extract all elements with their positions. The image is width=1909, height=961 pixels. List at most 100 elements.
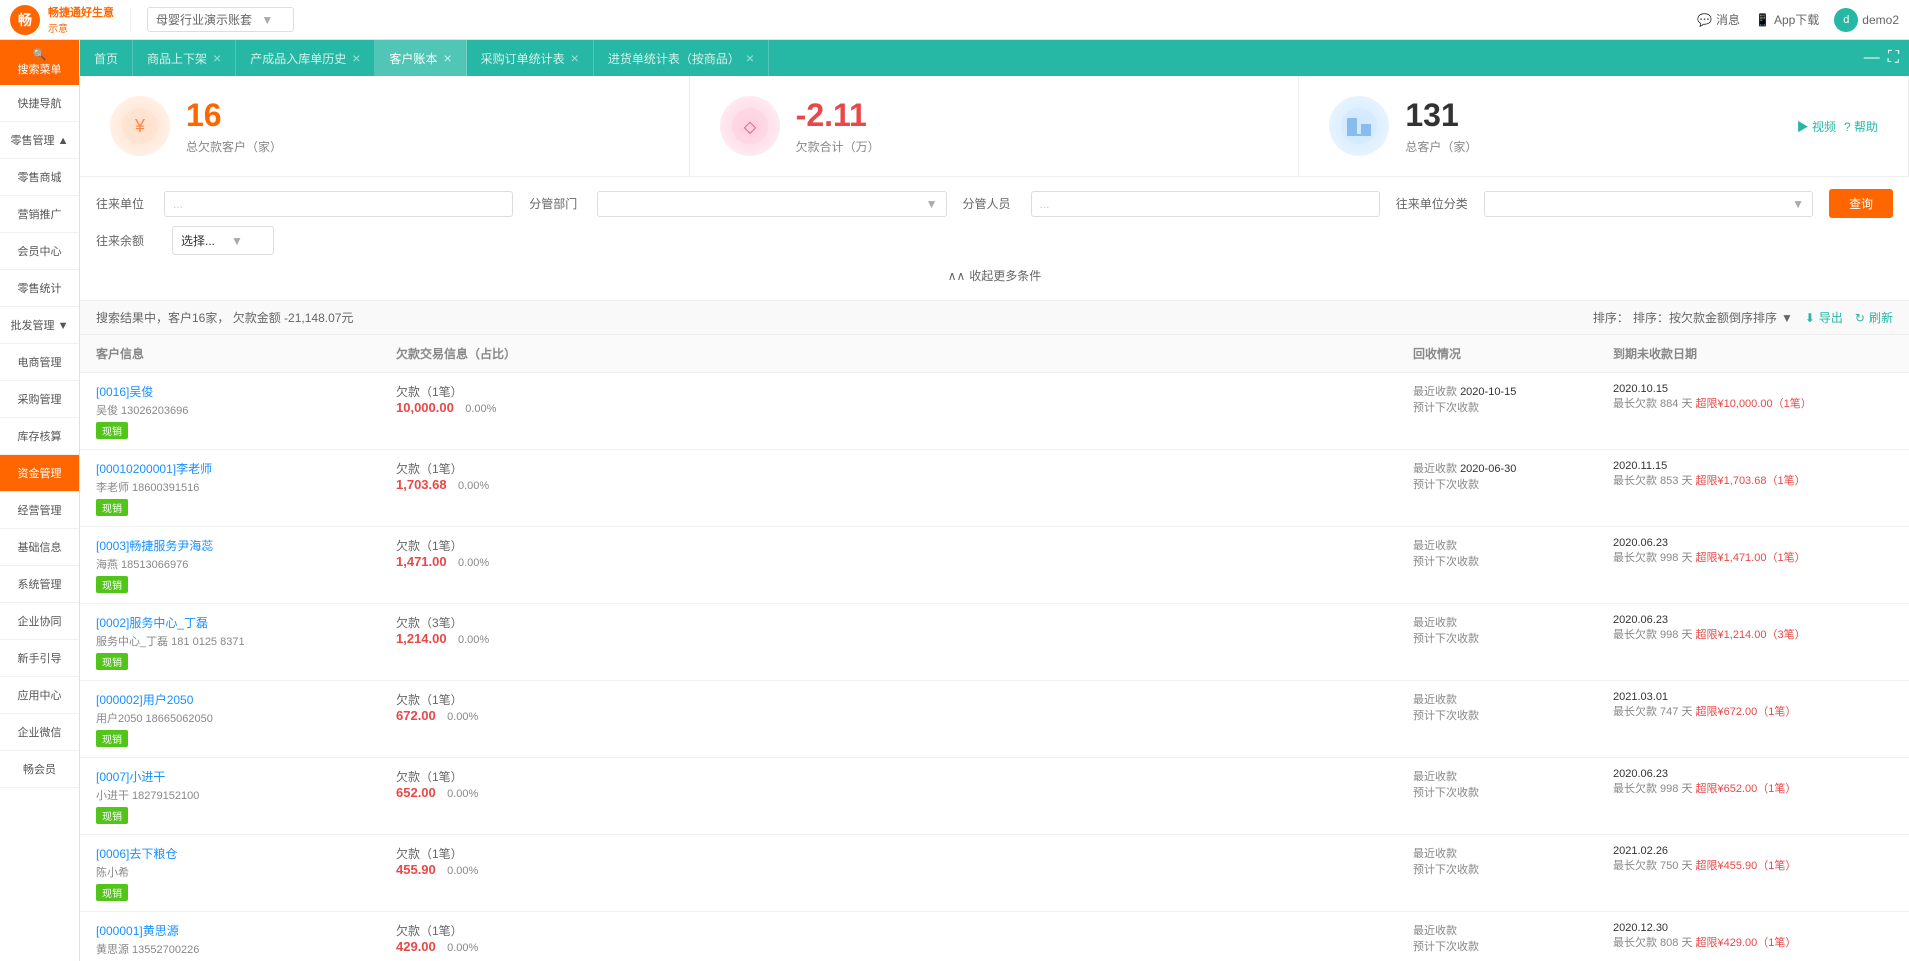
customer-info-4: [000002]用户2050 用户2050 18665062050 现销 xyxy=(96,691,396,747)
stats-row: ¥ 16 总欠款客户（家） ◇ xyxy=(80,76,1909,177)
export-button[interactable]: ⬇ 导出 xyxy=(1805,309,1843,326)
debt-info-4: 欠款（1笔） 672.00 0.00% xyxy=(396,691,1413,747)
main-area: 首页 商品上下架 × 产成品入库单历史 × 客户账本 × 采购订单统计表 × 进… xyxy=(80,40,1909,961)
debt-info-6: 欠款（1笔） 455.90 0.00% xyxy=(396,845,1413,901)
customer-badge-6: 现销 xyxy=(96,884,128,901)
sidebar-item-operation[interactable]: 经营管理 xyxy=(0,492,79,529)
unit-category-select[interactable]: ▼ xyxy=(1484,191,1813,217)
stat-icon-total xyxy=(1329,96,1389,156)
sidebar-item-new-guide[interactable]: 新手引导 xyxy=(0,640,79,677)
sidebar-item-batch-manage[interactable]: 批发管理 ▼ xyxy=(0,307,79,344)
customer-name-3[interactable]: [0002]服务中心_丁磊 xyxy=(96,614,396,631)
user-avatar[interactable]: d demo2 xyxy=(1834,8,1899,32)
sidebar-item-vip[interactable]: 畅会员 xyxy=(0,751,79,788)
debt-amount-6: 455.90 xyxy=(396,862,436,877)
sidebar-item-retail-stats[interactable]: 零售统计 xyxy=(0,270,79,307)
export-icon: ⬇ xyxy=(1805,311,1815,325)
table-row: [0006]去下粮仓 陈小希 现销 欠款（1笔） 455.90 0.00% 最近… xyxy=(80,835,1909,912)
stat-value-debt: -2.11 xyxy=(796,97,880,134)
tab-home[interactable]: 首页 xyxy=(80,40,133,76)
customer-name-0[interactable]: [0016]吴俊 xyxy=(96,383,396,400)
sidebar-item-quick-nav[interactable]: 快捷导航 xyxy=(0,85,79,122)
person-input[interactable]: ... xyxy=(1031,191,1380,217)
sidebar-item-ecommerce[interactable]: 电商管理 xyxy=(0,344,79,381)
search-button[interactable]: 查询 xyxy=(1829,189,1893,218)
tab-product-manage[interactable]: 商品上下架 × xyxy=(133,40,236,76)
tab-purchase-order[interactable]: 采购订单统计表 × xyxy=(467,40,594,76)
customer-name-6[interactable]: [0006]去下粮仓 xyxy=(96,845,396,862)
customer-info-7: [000001]黄思源 黄思源 13552700226 现销 xyxy=(96,922,396,961)
sidebar-item-purchase[interactable]: 采购管理 xyxy=(0,381,79,418)
collapse-button[interactable]: ∧∧ 收起更多条件 xyxy=(96,263,1893,288)
company-selector[interactable]: 母婴行业演示账套 ▼ xyxy=(147,7,294,32)
stat-card-owing: ¥ 16 总欠款客户（家） xyxy=(80,76,690,176)
tab-purchase-stats[interactable]: 进货单统计表（按商品） × xyxy=(594,40,769,76)
sidebar-item-app-center[interactable]: 应用中心 xyxy=(0,677,79,714)
filter-unit-category: 往来单位分类 ▼ xyxy=(1396,191,1813,217)
sidebar-item-basic-info[interactable]: 基础信息 xyxy=(0,529,79,566)
sidebar-item-retail-manage[interactable]: 零售管理 ▲ xyxy=(0,122,79,159)
search-menu[interactable]: 🔍 搜索菜单 xyxy=(0,40,79,85)
help-btn[interactable]: ? 帮助 xyxy=(1844,118,1878,135)
svg-text:◇: ◇ xyxy=(744,119,757,136)
overdue-info-5: 2020.06.23 最长欠款 998 天 超限¥652.00（1笔） xyxy=(1613,768,1893,824)
message-btn[interactable]: 💬 消息 xyxy=(1697,11,1740,28)
dept-select[interactable]: ▼ xyxy=(597,191,946,217)
tab-customer-account[interactable]: 客户账本 × xyxy=(375,40,466,76)
debt-info-3: 欠款（3笔） 1,214.00 0.00% xyxy=(396,614,1413,670)
refresh-button[interactable]: ↻ 刷新 xyxy=(1855,309,1893,326)
tab-maximize-btn[interactable]: ⛶ xyxy=(1888,49,1899,67)
balance-select[interactable]: 选择... ▼ xyxy=(172,226,274,255)
table-header: 客户信息 欠款交易信息（占比） 回收情况 到期未收款日期 xyxy=(80,335,1909,373)
refresh-icon: ↻ xyxy=(1855,311,1865,325)
sort-button[interactable]: 排序： 排序：按欠款金额倒序排序 ▼ xyxy=(1593,309,1793,326)
source-unit-input[interactable]: ... xyxy=(164,191,513,217)
customer-detail-2: 海燕 18513066976 xyxy=(96,556,396,572)
tab-close-purchase-stats[interactable]: × xyxy=(746,50,754,66)
sidebar-item-enterprise-wechat[interactable]: 企业微信 xyxy=(0,714,79,751)
tab-minimize-btn[interactable]: — xyxy=(1864,49,1880,67)
debt-info-0: 欠款（1笔） 10,000.00 0.00% xyxy=(396,383,1413,439)
debt-amount-2: 1,471.00 xyxy=(396,554,447,569)
filter-dept: 分管部门 ▼ xyxy=(529,191,946,217)
tab-close-product-manage[interactable]: × xyxy=(213,50,221,66)
tab-close-product-history[interactable]: × xyxy=(352,50,360,66)
customer-badge-0: 现销 xyxy=(96,422,128,439)
sidebar-item-member[interactable]: 会员中心 xyxy=(0,233,79,270)
sort-chevron: ▼ xyxy=(1781,311,1793,325)
sidebar-item-inventory[interactable]: 库存核算 xyxy=(0,418,79,455)
tab-close-purchase-order[interactable]: × xyxy=(571,50,579,66)
sidebar-item-system[interactable]: 系统管理 xyxy=(0,566,79,603)
tab-product-history[interactable]: 产成品入库单历史 × xyxy=(236,40,375,76)
stat-label-owing: 总欠款客户（家） xyxy=(186,138,282,155)
stat-icon-owing: ¥ xyxy=(110,96,170,156)
tab-close-customer-account[interactable]: × xyxy=(443,50,451,66)
sidebar-item-retail-store[interactable]: 零售商城 xyxy=(0,159,79,196)
logo-area: 畅 畅捷通好生意 示意 母婴行业演示账套 ▼ xyxy=(10,4,294,35)
customer-name-7[interactable]: [000001]黄思源 xyxy=(96,922,396,939)
debt-ratio-0: 0.00% xyxy=(465,403,496,415)
filter-person-label: 分管人员 xyxy=(963,195,1023,212)
unit-category-chevron: ▼ xyxy=(1792,197,1804,211)
debt-amount-7: 429.00 xyxy=(396,939,436,954)
customer-name-5[interactable]: [0007]小进干 xyxy=(96,768,396,785)
sidebar-item-finance[interactable]: 资金管理 xyxy=(0,455,79,492)
data-table: 客户信息 欠款交易信息（占比） 回收情况 到期未收款日期 [0016]吴俊 吴俊… xyxy=(80,335,1909,961)
balance-chevron: ▼ xyxy=(231,234,243,248)
app-subtext: 示意 xyxy=(48,20,114,35)
customer-name-2[interactable]: [0003]畅捷服务尹海蕊 xyxy=(96,537,396,554)
customer-name-1[interactable]: [00010200001]李老师 xyxy=(96,460,396,477)
stat-label-total: 总客户（家） xyxy=(1405,138,1477,155)
video-btn[interactable]: ▶ 视频 xyxy=(1797,118,1836,135)
balance-label: 往来余额 xyxy=(96,232,156,249)
sidebar-item-enterprise-collab[interactable]: 企业协同 xyxy=(0,603,79,640)
filter-dept-label: 分管部门 xyxy=(529,195,589,212)
customer-name-4[interactable]: [000002]用户2050 xyxy=(96,691,396,708)
debt-count-3: 欠款（3笔） xyxy=(396,614,1413,631)
sidebar-item-marketing[interactable]: 营销推广 xyxy=(0,196,79,233)
customer-badge-1: 现销 xyxy=(96,499,128,516)
debt-ratio-7: 0.00% xyxy=(447,942,478,954)
stat-content-debt: -2.11 欠款合计（万） xyxy=(796,97,880,155)
app-download-btn[interactable]: 📱 App下载 xyxy=(1755,11,1819,28)
debt-amount-0: 10,000.00 xyxy=(396,400,454,415)
